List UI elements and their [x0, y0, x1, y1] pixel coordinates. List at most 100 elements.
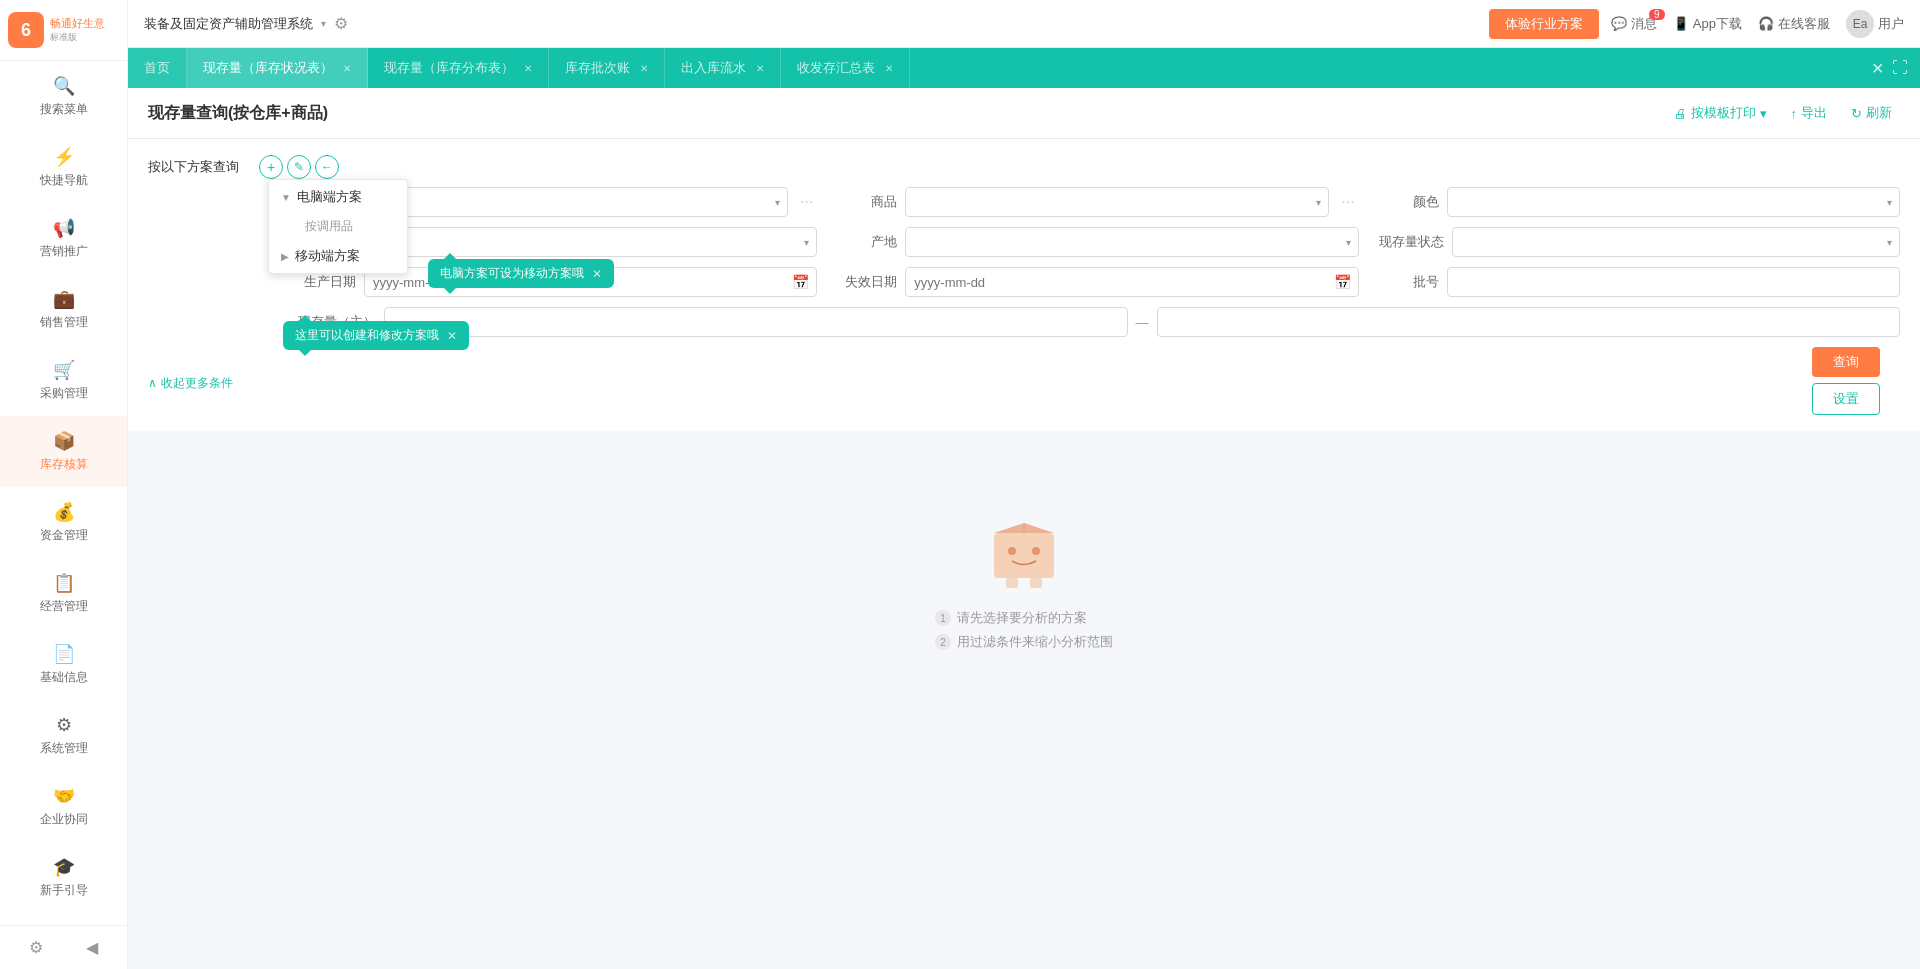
export-btn[interactable]: ↑ 导出 [1783, 100, 1836, 126]
main-area: 装备及固定资产辅助管理系统 ▾ ⚙ 体验行业方案 💬 消息 9 📱 App下载 … [128, 0, 1920, 969]
marketing-icon: 📢 [53, 217, 75, 239]
sidebar-nav: 🔍 搜索菜单 ⚡ 快捷导航 📢 营销推广 💼 销售管理 🛒 采购管理 📦 [0, 61, 127, 925]
refresh-btn[interactable]: ↻ 刷新 [1843, 100, 1900, 126]
message-badge: 9 [1649, 9, 1665, 20]
produce-date-label: 生产日期 [296, 273, 356, 291]
finance-icon: 💰 [53, 501, 75, 523]
tab-close-icon[interactable]: ✕ [524, 63, 532, 74]
tab-inventory-dist[interactable]: 现存量（库存分布表） ✕ [368, 48, 549, 88]
sidebar-item-marketing[interactable]: 📢 营销推广 [0, 203, 127, 274]
stock-min-input[interactable] [384, 307, 1128, 337]
tab-close-icon[interactable]: ✕ [343, 63, 351, 74]
add-scheme-btn[interactable]: + [259, 155, 283, 179]
template-print-btn[interactable]: 🖨 按模板打印 ▾ [1666, 100, 1775, 126]
reset-btn[interactable]: 设置 [1812, 383, 1880, 415]
range-separator: — [1136, 315, 1149, 330]
avatar: Ea [1846, 10, 1874, 38]
tab-close-icon[interactable]: ✕ [756, 63, 764, 74]
edit-scheme-btn[interactable]: ✎ [287, 155, 311, 179]
scheme-panel-desktop[interactable]: ▼ 电脑端方案 [269, 180, 407, 214]
batch-input[interactable] [1447, 267, 1900, 297]
tab-label: 库存批次账 [565, 59, 630, 77]
goods-dots[interactable]: ··· [1337, 193, 1358, 211]
produce-date-calendar-icon[interactable]: 📅 [792, 274, 809, 290]
expire-date-calendar-icon[interactable]: 📅 [1334, 274, 1351, 290]
tab-expand-btn[interactable]: ⛶ [1892, 59, 1908, 77]
filter-area: 按以下方案查询 + ✎ ← 电脑方案可设为移动方案哦 ✕ 这里可以创建和修改方案… [128, 139, 1920, 431]
tooltip-text: 电脑方案可设为移动方案哦 [440, 265, 584, 282]
warehouse-input[interactable] [364, 187, 788, 217]
tab-in-out-flow[interactable]: 出入库流水 ✕ [665, 48, 781, 88]
tab-close-all-btn[interactable]: ✕ [1871, 59, 1884, 78]
expire-date-input[interactable] [905, 267, 1358, 297]
tooltip-create-scheme: 这里可以创建和修改方案哦 ✕ [283, 321, 469, 350]
tab-receive-summary[interactable]: 收发存汇总表 ✕ [781, 48, 910, 88]
sidebar-item-label: 搜索菜单 [40, 101, 88, 118]
sidebar-item-newbie[interactable]: 🎓 新手引导 [0, 842, 127, 913]
color-select[interactable] [1447, 187, 1900, 217]
tab-label: 现存量（库存分布表） [384, 59, 514, 77]
user-btn[interactable]: Ea 用户 [1846, 10, 1904, 38]
settings-icon[interactable]: ⚙ [334, 14, 348, 33]
sidebar-item-sales[interactable]: 💼 销售管理 [0, 274, 127, 345]
tab-inventory-status[interactable]: 现存量（库存状况表） ✕ [187, 48, 368, 88]
sidebar-item-finance[interactable]: 💰 资金管理 [0, 487, 127, 558]
sidebar-item-base-info[interactable]: 📄 基础信息 [0, 629, 127, 700]
empty-illustration [964, 493, 1084, 593]
tab-close-icon[interactable]: ✕ [640, 63, 648, 74]
filter-row1: 仓库 ··· 商品 ··· [296, 187, 1900, 217]
page-actions: 🖨 按模板打印 ▾ ↑ 导出 ↻ 刷新 [1666, 100, 1901, 126]
goods-input[interactable] [905, 187, 1329, 217]
logo-text: 畅通好生意 标准版 [50, 16, 105, 44]
origin-select[interactable] [905, 227, 1358, 257]
sidebar-item-search-menu[interactable]: 🔍 搜索菜单 [0, 61, 127, 132]
app-download-btn[interactable]: 📱 App下载 [1673, 15, 1742, 33]
topbar: 装备及固定资产辅助管理系统 ▾ ⚙ 体验行业方案 💬 消息 9 📱 App下载 … [128, 0, 1920, 48]
sidebar-item-purchase[interactable]: 🛒 采购管理 [0, 345, 127, 416]
tab-label: 现存量（库存状况表） [203, 59, 333, 77]
app-layout: 6 畅通好生意 标准版 🔍 搜索菜单 ⚡ 快捷导航 📢 营销推广 💼 [0, 0, 1920, 969]
enterprise-icon: 🤝 [53, 785, 75, 807]
stock-status-select[interactable] [1452, 227, 1900, 257]
size-select[interactable] [364, 227, 817, 257]
sidebar-item-label: 库存核算 [40, 456, 88, 473]
search-btn[interactable]: 查询 [1812, 347, 1880, 377]
collapse-footer-btn[interactable]: ◀ [86, 938, 98, 957]
tab-batch-account[interactable]: 库存批次账 ✕ [549, 48, 665, 88]
collapse-up-icon: ∧ [148, 376, 157, 390]
inventory-icon: 📦 [53, 430, 75, 452]
sidebar-item-label: 基础信息 [40, 669, 88, 686]
scheme-sub-item[interactable]: 按调用品 [293, 214, 407, 239]
warehouse-dots[interactable]: ··· [796, 193, 817, 211]
scheme-label: 电脑端方案 [297, 188, 362, 206]
sidebar-item-inventory[interactable]: 📦 库存核算 [0, 416, 127, 487]
trial-btn[interactable]: 体验行业方案 [1489, 9, 1599, 39]
sidebar-item-system[interactable]: ⚙ 系统管理 [0, 700, 127, 771]
filter-header-row: 按以下方案查询 + ✎ ← [148, 155, 1900, 179]
sidebar-item-enterprise[interactable]: 🤝 企业协同 [0, 771, 127, 842]
purchase-icon: 🛒 [53, 359, 75, 381]
arrow-left-btn[interactable]: ← [315, 155, 339, 179]
expand-icon: ▶ [281, 251, 289, 262]
sidebar-item-operations[interactable]: 📋 经营管理 [0, 558, 127, 629]
message-btn[interactable]: 💬 消息 9 [1611, 15, 1657, 33]
tooltip2-close-btn[interactable]: ✕ [447, 329, 457, 343]
scheme-panel-mobile[interactable]: ▶ 移动端方案 [269, 239, 407, 273]
refresh-icon: ↻ [1851, 106, 1862, 121]
quick-nav-icon: ⚡ [53, 146, 75, 168]
settings-footer-btn[interactable]: ⚙ [29, 938, 43, 957]
page-title: 现存量查询(按仓库+商品) [148, 103, 328, 124]
sidebar-item-label: 资金管理 [40, 527, 88, 544]
filter-row2: 尺码 产地 现存量状态 [296, 227, 1900, 257]
filter-expire-date: 失效日期 📅 [837, 267, 1358, 297]
collapse-btn[interactable]: ∧ 收起更多条件 [148, 367, 233, 396]
sidebar-item-quick-nav[interactable]: ⚡ 快捷导航 [0, 132, 127, 203]
online-support-btn[interactable]: 🎧 在线客服 [1758, 15, 1830, 33]
tab-home[interactable]: 首页 [128, 48, 187, 88]
expand-icon: ▼ [281, 192, 291, 203]
print-icon: 🖨 [1674, 106, 1687, 121]
tab-close-icon[interactable]: ✕ [885, 63, 893, 74]
stock-max-input[interactable] [1157, 307, 1901, 337]
tooltip-mobile-scheme: 电脑方案可设为移动方案哦 ✕ [428, 259, 614, 288]
tooltip1-close-btn[interactable]: ✕ [592, 267, 602, 281]
